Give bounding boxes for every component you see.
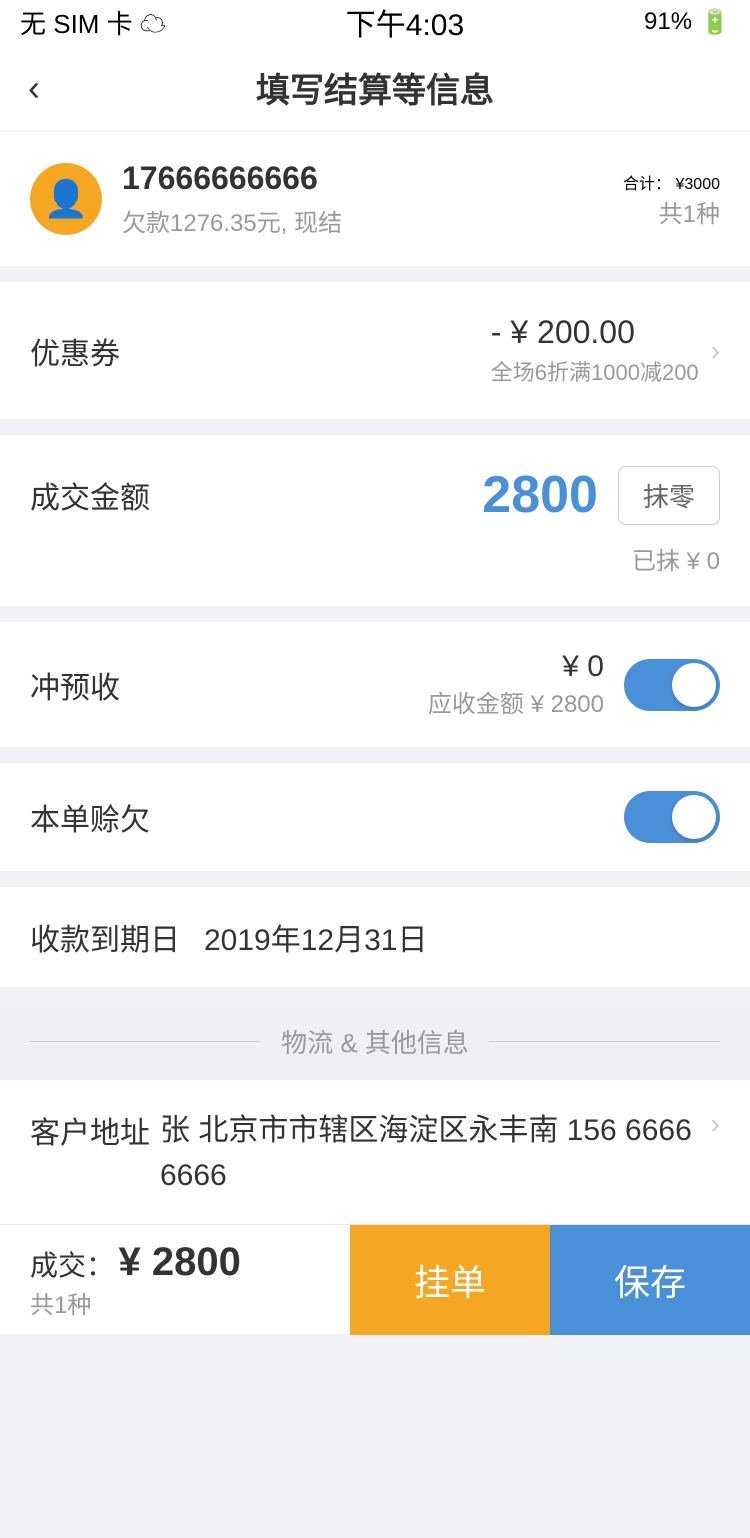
prepaid-section: 冲预收 ¥ 0 应收金额 ¥ 2800 (0, 622, 750, 747)
total-count: 共1种 (623, 194, 720, 229)
coupon-value-block: - ¥ 200.00 全场6折满1000减200 (491, 314, 699, 387)
bottom-bar: 成交： ¥ 2800 共1种 挂单 保存 (0, 1224, 750, 1334)
bottom-deal-amount: ¥ 2800 (118, 1240, 240, 1284)
prepaid-label: 冲预收 (30, 663, 120, 707)
prepaid-value: ¥ 0 (428, 650, 604, 684)
signal-text: 无 SIM 卡 ☁ (20, 4, 166, 41)
date-section: 收款到期日 2019年12月31日 (0, 887, 750, 987)
avatar: 👤 (30, 163, 102, 235)
amount-right: 2800 抹零 (482, 465, 720, 525)
logistics-divider: 物流 & 其他信息 (0, 1003, 750, 1080)
address-label: 客户地址 (30, 1108, 160, 1152)
debit-section: 本单赊欠 (0, 763, 750, 871)
amount-value: 2800 (482, 465, 598, 525)
round-button[interactable]: 抹零 (618, 466, 720, 525)
status-left: 无 SIM 卡 ☁ (20, 4, 166, 41)
battery-icon: 🔋 (700, 8, 730, 37)
due-date-value: 2019年12月31日 (204, 915, 427, 959)
amount-section: 成交金额 2800 抹零 已抹 ¥ 0 (0, 435, 750, 606)
due-date-label: 收款到期日 (30, 915, 180, 959)
address-value: 张 北京市市辖区海淀区永丰南 156 6666 6666 (160, 1108, 711, 1198)
debit-label: 本单赊欠 (30, 795, 150, 839)
status-bar: 无 SIM 卡 ☁ 下午4:03 91% 🔋 (0, 0, 750, 44)
battery-text: 91% (644, 8, 692, 36)
coupon-right: - ¥ 200.00 全场6折满1000减200 › (491, 314, 720, 387)
divider-line-left (30, 1041, 261, 1042)
address-section[interactable]: 客户地址 张 北京市市辖区海淀区永丰南 156 6666 6666 › (0, 1080, 750, 1226)
logistics-label: 物流 & 其他信息 (281, 1023, 469, 1060)
back-button[interactable]: ‹ (28, 67, 40, 109)
status-time: 下午4:03 (346, 0, 464, 44)
address-chevron-icon: › (711, 1108, 720, 1140)
total-amount: ¥3000 (676, 176, 721, 193)
amount-row: 成交金额 2800 抹零 (30, 465, 720, 525)
coupon-section: 优惠券 - ¥ 200.00 全场6折满1000减200 › (0, 282, 750, 419)
nav-bar: ‹ 填写结算等信息 (0, 44, 750, 132)
status-right: 91% 🔋 (644, 8, 730, 37)
chevron-right-icon: › (711, 335, 720, 367)
debit-toggle[interactable] (624, 791, 720, 843)
prepaid-receivable: 应收金额 ¥ 2800 (428, 684, 604, 719)
customer-phone: 17666666666 (122, 160, 342, 197)
bottom-summary: 成交： ¥ 2800 共1种 (0, 1240, 350, 1320)
amount-sub: 已抹 ¥ 0 (30, 541, 720, 576)
bottom-count: 共1种 (30, 1285, 320, 1320)
prepaid-amount-block: ¥ 0 应收金额 ¥ 2800 (428, 650, 604, 719)
bottom-deal-row: 成交： ¥ 2800 (30, 1240, 320, 1285)
customer-debt: 欠款1276.35元, 现结 (122, 203, 342, 238)
prepaid-row: 冲预收 ¥ 0 应收金额 ¥ 2800 (0, 622, 750, 747)
coupon-discount: - ¥ 200.00 (491, 314, 699, 351)
bottom-deal-label: 成交： (30, 1250, 114, 1281)
prepaid-toggle[interactable] (624, 659, 720, 711)
amount-label: 成交金额 (30, 473, 150, 517)
pending-button[interactable]: 挂单 (350, 1225, 550, 1335)
avatar-icon: 👤 (44, 178, 89, 220)
total-label: 合计： ¥3000 (623, 170, 720, 194)
coupon-label: 优惠券 (30, 329, 120, 373)
customer-left: 👤 17666666666 欠款1276.35元, 现结 (30, 160, 342, 238)
customer-card: 👤 17666666666 欠款1276.35元, 现结 合计： ¥3000 共… (0, 132, 750, 266)
page-title: 填写结算等信息 (256, 63, 494, 112)
prepaid-right: ¥ 0 应收金额 ¥ 2800 (428, 650, 720, 719)
divider-line-right (489, 1041, 720, 1042)
customer-right: 合计： ¥3000 共1种 (623, 170, 720, 229)
coupon-row[interactable]: 优惠券 - ¥ 200.00 全场6折满1000减200 › (0, 282, 750, 419)
coupon-detail: 全场6折满1000减200 (491, 355, 699, 387)
customer-info: 17666666666 欠款1276.35元, 现结 (122, 160, 342, 238)
total-label-text: 合计： (623, 176, 671, 193)
save-button[interactable]: 保存 (550, 1225, 750, 1335)
